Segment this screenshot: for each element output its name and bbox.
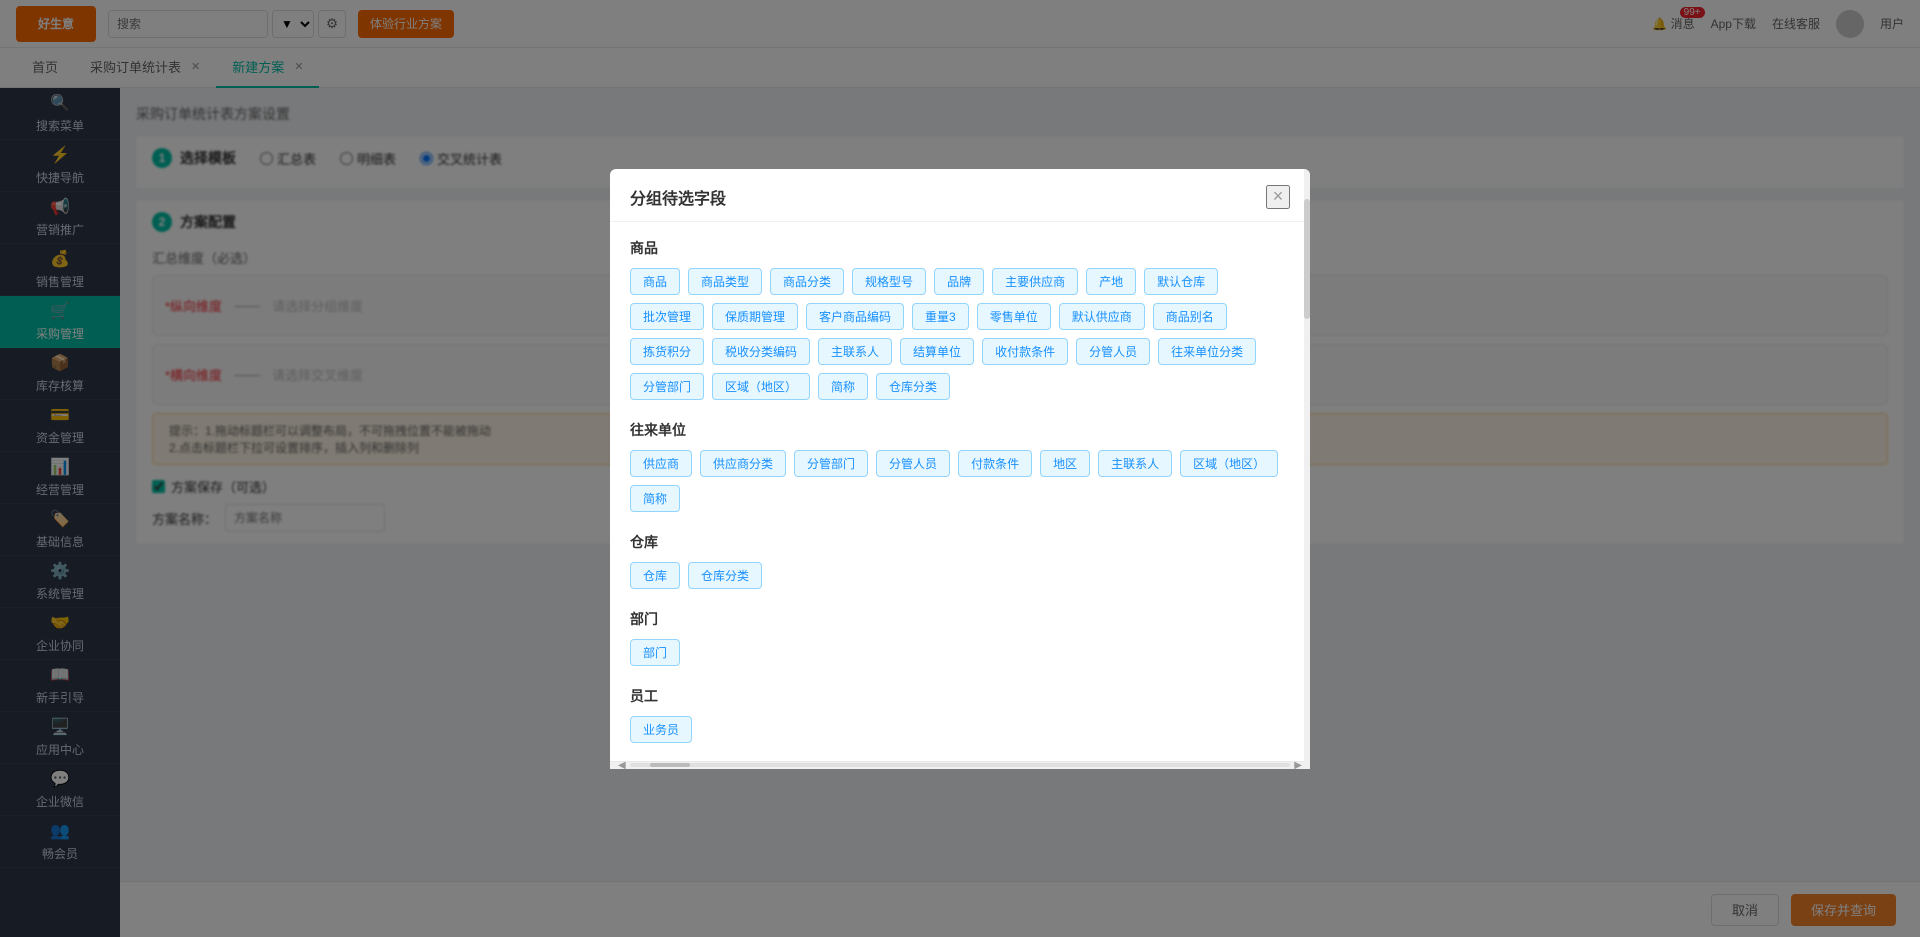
- hscroll-left-arrow[interactable]: ◀: [614, 760, 630, 771]
- field-tag[interactable]: 品牌: [934, 268, 984, 295]
- field-tag[interactable]: 主联系人: [1098, 450, 1172, 477]
- field-tag[interactable]: 商品类型: [688, 268, 762, 295]
- field-tag[interactable]: 业务员: [630, 716, 692, 743]
- field-tag[interactable]: 主联系人: [818, 338, 892, 365]
- dialog-header: 分组待选字段 ×: [610, 169, 1310, 222]
- field-tag[interactable]: 分管部门: [794, 450, 868, 477]
- field-tag[interactable]: 商品分类: [770, 268, 844, 295]
- field-tag[interactable]: 往来单位分类: [1158, 338, 1256, 365]
- section-partner-title: 往来单位: [630, 420, 1290, 440]
- section-partner-tags: 供应商供应商分类分管部门分管人员付款条件地区主联系人区域（地区） 简称: [630, 450, 1290, 512]
- dialog-hscrollbar[interactable]: ◀ ▶: [610, 761, 1310, 769]
- field-tag[interactable]: 产地: [1086, 268, 1136, 295]
- section-warehouse-title: 仓库: [630, 532, 1290, 552]
- field-tag[interactable]: 默认供应商: [1059, 303, 1145, 330]
- hscroll-thumb[interactable]: [650, 763, 690, 767]
- section-employee-title: 员工: [630, 686, 1290, 706]
- hscroll-track: [630, 763, 1291, 767]
- field-tag[interactable]: 重量3: [912, 303, 969, 330]
- field-tag[interactable]: 部门: [630, 639, 680, 666]
- field-select-dialog: 分组待选字段 × 商品 商品商品类型商品分类规格型号品牌主要供应商产地默认仓库批…: [610, 169, 1310, 769]
- field-tag[interactable]: 仓库: [630, 562, 680, 589]
- field-tag[interactable]: 商品别名: [1153, 303, 1227, 330]
- dialog-vscrollbar[interactable]: [1304, 169, 1310, 769]
- section-goods: 商品 商品商品类型商品分类规格型号品牌主要供应商产地默认仓库批次管理保质期管理客…: [630, 238, 1290, 400]
- field-tag[interactable]: 商品: [630, 268, 680, 295]
- field-tag[interactable]: 收付款条件: [982, 338, 1068, 365]
- field-tag[interactable]: 简称: [630, 485, 680, 512]
- section-warehouse-tags: 仓库仓库分类: [630, 562, 1290, 589]
- dialog-title: 分组待选字段: [630, 185, 726, 209]
- vscroll-thumb[interactable]: [1304, 199, 1310, 319]
- dialog-close-button[interactable]: ×: [1266, 185, 1290, 209]
- field-tag[interactable]: 区域（地区）: [712, 373, 810, 400]
- field-tag[interactable]: 供应商分类: [700, 450, 786, 477]
- field-tag[interactable]: 付款条件: [958, 450, 1032, 477]
- field-tag[interactable]: 零售单位: [977, 303, 1051, 330]
- field-tag[interactable]: 地区: [1040, 450, 1090, 477]
- section-department-title: 部门: [630, 609, 1290, 629]
- section-goods-title: 商品: [630, 238, 1290, 258]
- field-tag[interactable]: 保质期管理: [712, 303, 798, 330]
- field-tag[interactable]: 税收分类编码: [712, 338, 810, 365]
- section-goods-tags: 商品商品类型商品分类规格型号品牌主要供应商产地默认仓库批次管理保质期管理客户商品…: [630, 268, 1290, 400]
- section-department: 部门 部门: [630, 609, 1290, 666]
- section-employee-tags: 业务员: [630, 716, 1290, 743]
- field-tag[interactable]: 分管人员: [1076, 338, 1150, 365]
- field-tag[interactable]: 结算单位: [900, 338, 974, 365]
- section-employee: 员工 业务员: [630, 686, 1290, 743]
- field-tag[interactable]: 默认仓库: [1144, 268, 1218, 295]
- field-tag[interactable]: 规格型号: [852, 268, 926, 295]
- field-tag[interactable]: 简称: [818, 373, 868, 400]
- field-tag[interactable]: 拣货积分: [630, 338, 704, 365]
- section-warehouse: 仓库 仓库仓库分类: [630, 532, 1290, 589]
- field-tag[interactable]: 仓库分类: [688, 562, 762, 589]
- field-tag[interactable]: 分管人员: [876, 450, 950, 477]
- section-department-tags: 部门: [630, 639, 1290, 666]
- field-tag[interactable]: 仓库分类: [876, 373, 950, 400]
- field-tag[interactable]: 批次管理: [630, 303, 704, 330]
- field-tag[interactable]: 客户商品编码: [806, 303, 904, 330]
- section-partner: 往来单位 供应商供应商分类分管部门分管人员付款条件地区主联系人区域（地区） 简称: [630, 420, 1290, 512]
- field-tag[interactable]: 供应商: [630, 450, 692, 477]
- field-tag[interactable]: 主要供应商: [992, 268, 1078, 295]
- field-tag[interactable]: 区域（地区）: [1180, 450, 1278, 477]
- dialog-body[interactable]: 商品 商品商品类型商品分类规格型号品牌主要供应商产地默认仓库批次管理保质期管理客…: [610, 222, 1310, 761]
- modal-overlay: 分组待选字段 × 商品 商品商品类型商品分类规格型号品牌主要供应商产地默认仓库批…: [0, 0, 1920, 937]
- field-tag[interactable]: 分管部门: [630, 373, 704, 400]
